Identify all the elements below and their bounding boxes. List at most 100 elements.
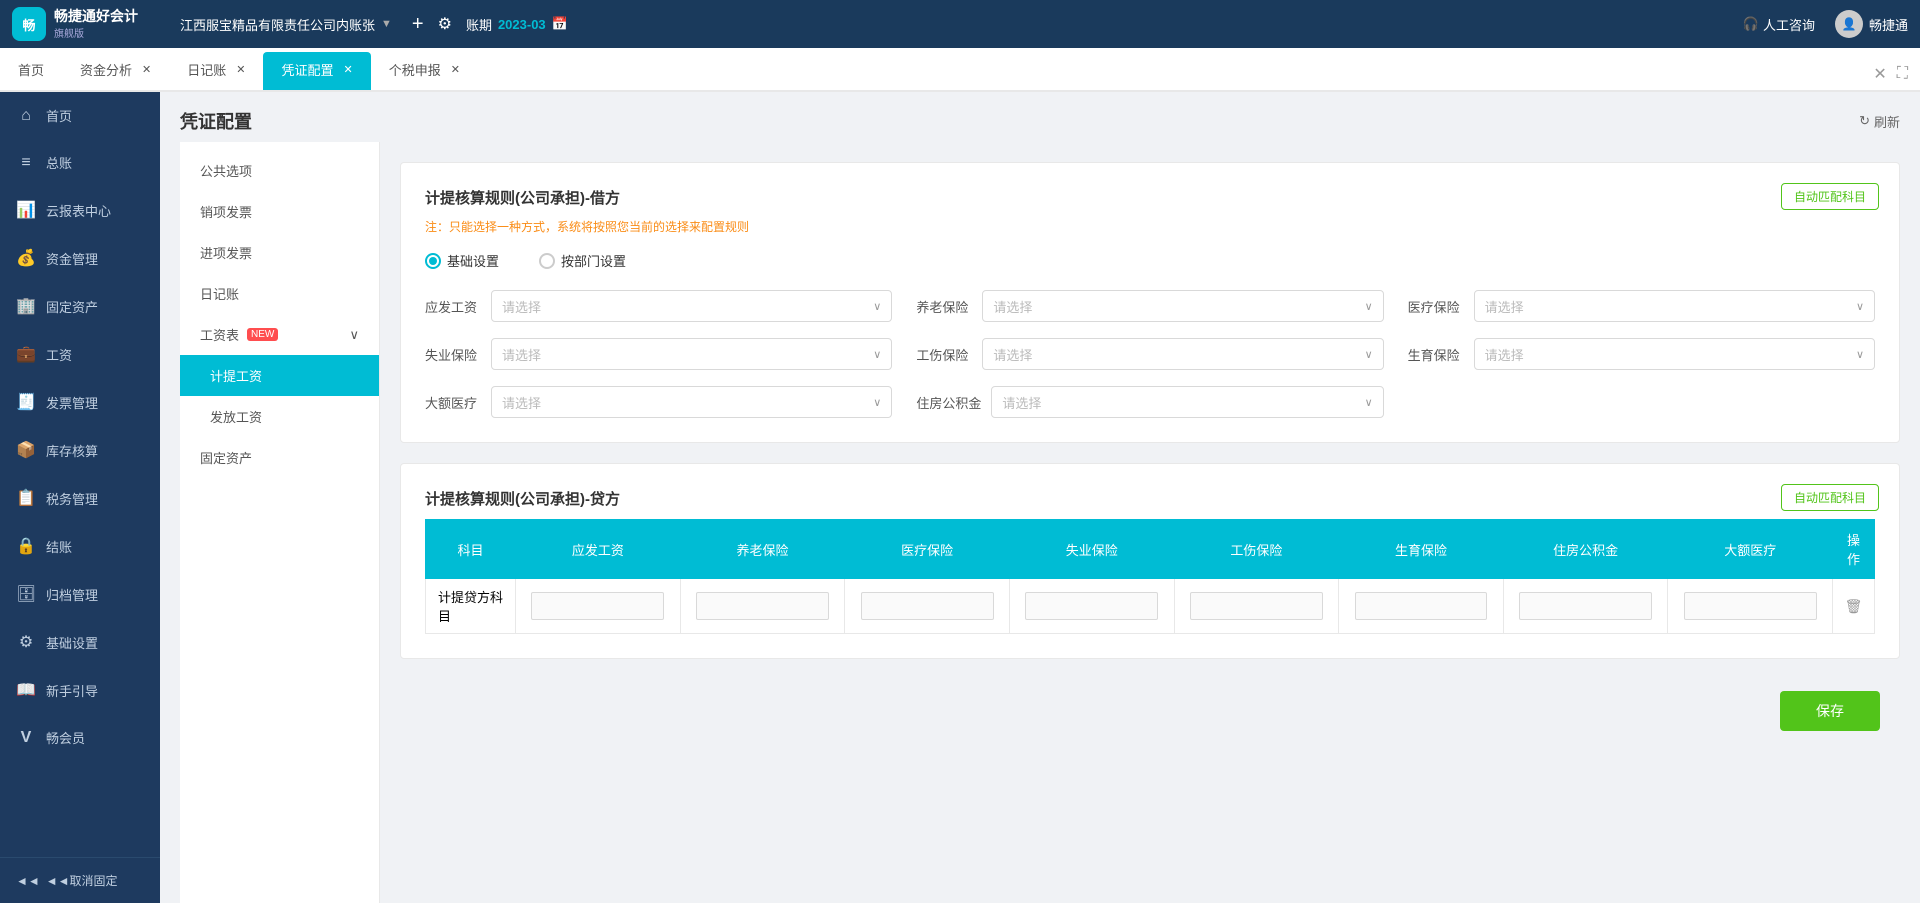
medical-select[interactable]: 请选择 ∨ (1474, 290, 1875, 322)
sidebar-item-tax[interactable]: 📋 税务管理 (0, 474, 160, 522)
sidebar-item-invoice[interactable]: 🧾 发票管理 (0, 378, 160, 426)
service-label: 人工咨询 (1763, 15, 1815, 34)
main-content: 自动匹配科目 计提核算规则(公司承担)-借方 注：只能选择一种方式，系统将按照您… (380, 142, 1920, 903)
unemployment-select[interactable]: 请选择 ∨ (491, 338, 892, 370)
sub-sidebar-salary-group[interactable]: 工资表 NEW ∨ (180, 314, 379, 355)
close-icon[interactable]: ✕ (344, 63, 353, 76)
sidebar-item-label: 工资 (46, 345, 72, 364)
cell-big-medical-input[interactable] (1684, 592, 1817, 620)
cell-unemployment-input[interactable] (1025, 592, 1158, 620)
form-row-medical: 医疗保险 请选择 ∨ (1408, 290, 1875, 322)
sidebar-item-stock[interactable]: 📦 库存核算 (0, 426, 160, 474)
sub-sidebar-salary-calc[interactable]: 计提工资 (180, 355, 379, 396)
maternity-select[interactable]: 请选择 ∨ (1474, 338, 1875, 370)
close-icon[interactable]: ✕ (142, 63, 151, 76)
sub-sidebar-purchase[interactable]: 进项发票 (180, 232, 379, 273)
user-area[interactable]: 👤 畅捷通 (1835, 10, 1908, 38)
sidebar-item-label: 结账 (46, 537, 72, 556)
cell-work-injury-input[interactable] (1190, 592, 1323, 620)
big-medical-label: 大额医疗 (425, 393, 481, 412)
invoice-icon: 🧾 (16, 392, 36, 412)
sub-sidebar-journal[interactable]: 日记账 (180, 273, 379, 314)
sidebar-item-archive[interactable]: 🗄 归档管理 (0, 570, 160, 618)
add-button[interactable]: + (412, 13, 424, 36)
auto-match-debit-button[interactable]: 自动匹配科目 (1781, 183, 1879, 210)
work-injury-select[interactable]: 请选择 ∨ (982, 338, 1383, 370)
tab-bar-right: ✕ ⛶ (1861, 64, 1920, 90)
sidebar-item-settings[interactable]: ⚙ 基础设置 (0, 618, 160, 666)
tab-journal[interactable]: 日记账 ✕ (169, 52, 263, 90)
sub-sidebar-journal-label: 日记账 (200, 284, 239, 303)
sidebar-item-home[interactable]: ⌂ 首页 (0, 92, 160, 139)
sidebar-item-salary[interactable]: 💼 工资 (0, 330, 160, 378)
company-selector[interactable]: 江西服宝精品有限责任公司内账张 ▼ (180, 15, 392, 34)
big-medical-select[interactable]: 请选择 ∨ (491, 386, 892, 418)
close-icon[interactable]: ✕ (451, 63, 460, 76)
cell-salary-input[interactable] (531, 592, 664, 620)
top-bar-actions: 🎧 人工咨询 👤 畅捷通 (1743, 10, 1908, 38)
tax-icon: 📋 (16, 488, 36, 508)
sidebar-item-report[interactable]: 📊 云报表中心 (0, 186, 160, 234)
tab-bar: 首页 资金分析 ✕ 日记账 ✕ 凭证配置 ✕ 个税申报 ✕ ✕ ⛶ (0, 48, 1920, 92)
sub-sidebar: 公共选项 销项发票 进项发票 日记账 工资表 NEW ∨ (180, 142, 380, 903)
vip-icon: V (16, 729, 36, 747)
tab-fund[interactable]: 资金分析 ✕ (62, 52, 169, 90)
radio-by-dept[interactable]: 按部门设置 (539, 251, 626, 270)
save-button[interactable]: 保存 (1780, 691, 1880, 731)
delete-icon[interactable]: 🗑 (1845, 598, 1863, 614)
col-unemployment: 失业保险 (1009, 520, 1174, 579)
cell-medical-input[interactable] (861, 592, 994, 620)
sidebar-item-label: 畅会员 (46, 728, 85, 747)
tab-journal-label: 日记账 (187, 60, 226, 79)
col-work-injury: 工伤保险 (1174, 520, 1339, 579)
form-row-unemployment: 失业保险 请选择 ∨ (425, 338, 892, 370)
auto-match-credit-button[interactable]: 自动匹配科目 (1781, 484, 1879, 511)
form-row-salary: 应发工资 请选择 ∨ (425, 290, 892, 322)
cell-maternity-input[interactable] (1355, 592, 1488, 620)
sidebar-item-label: 总账 (46, 153, 72, 172)
pension-select[interactable]: 请选择 ∨ (982, 290, 1383, 322)
main-layout: ⌂ 首页 ≡ 总账 📊 云报表中心 💰 资金管理 🏢 固定资产 💼 工资 🧾 发… (0, 92, 1920, 903)
form-row-big-medical: 大额医疗 请选择 ∨ (425, 386, 892, 418)
form-row-pension: 养老保险 请选择 ∨ (916, 290, 1383, 322)
sidebar-item-vip[interactable]: V 畅会员 (0, 714, 160, 761)
sidebar-item-fund[interactable]: 💰 资金管理 (0, 234, 160, 282)
radio-basic-circle (425, 253, 441, 269)
radio-basic[interactable]: 基础设置 (425, 251, 499, 270)
sidebar-item-ledger[interactable]: ≡ 总账 (0, 139, 160, 186)
sidebar-item-label: 库存核算 (46, 441, 98, 460)
service-button[interactable]: 🎧 人工咨询 (1743, 15, 1815, 34)
sidebar-unpin[interactable]: ◄◄ ◄◄取消固定 (0, 857, 160, 903)
sub-sidebar-public[interactable]: 公共选项 (180, 150, 379, 191)
sidebar-item-guide[interactable]: 📖 新手引导 (0, 666, 160, 714)
cell-pension-input[interactable] (696, 592, 829, 620)
period-value: 2023-03 (498, 17, 546, 32)
debit-section: 自动匹配科目 计提核算规则(公司承担)-借方 注：只能选择一种方式，系统将按照您… (400, 162, 1900, 443)
sub-sidebar-fixed-asset[interactable]: 固定资产 (180, 437, 379, 478)
cell-housing-fund-input[interactable] (1519, 592, 1652, 620)
salary-group-children: 计提工资 发放工资 (180, 355, 379, 437)
tab-tax[interactable]: 个税申报 ✕ (371, 52, 478, 90)
chevron-down-icon: ∨ (873, 300, 881, 313)
cell-big-medical (1668, 579, 1833, 634)
tab-home[interactable]: 首页 (0, 52, 62, 90)
sidebar-item-asset[interactable]: 🏢 固定资产 (0, 282, 160, 330)
sub-sidebar-salary-pay[interactable]: 发放工资 (180, 396, 379, 437)
sidebar-item-close[interactable]: 🔒 结账 (0, 522, 160, 570)
sub-sidebar-salary-pay-label: 发放工资 (210, 407, 262, 426)
refresh-button[interactable]: ↻ 刷新 (1859, 112, 1900, 131)
tab-voucher[interactable]: 凭证配置 ✕ (263, 52, 370, 90)
settings-button[interactable]: ⚙ (438, 14, 452, 34)
sub-sidebar-sales[interactable]: 销项发票 (180, 191, 379, 232)
close-window-icon[interactable]: ✕ (1873, 64, 1886, 84)
calendar-icon[interactable]: 📅 (552, 16, 568, 32)
close-icon[interactable]: ✕ (236, 63, 245, 76)
salary-select[interactable]: 请选择 ∨ (491, 290, 892, 322)
credit-section-title: 计提核算规则(公司承担)-贷方 (425, 488, 1875, 509)
credit-table: 科目 应发工资 养老保险 医疗保险 失业保险 工伤保险 生育保险 住房公积金 大… (425, 519, 1875, 634)
page-title: 凭证配置 (180, 108, 252, 134)
headset-icon: 🎧 (1743, 16, 1759, 32)
cell-salary (516, 579, 681, 634)
expand-icon[interactable]: ⛶ (1897, 65, 1908, 83)
housing-fund-select[interactable]: 请选择 ∨ (991, 386, 1383, 418)
